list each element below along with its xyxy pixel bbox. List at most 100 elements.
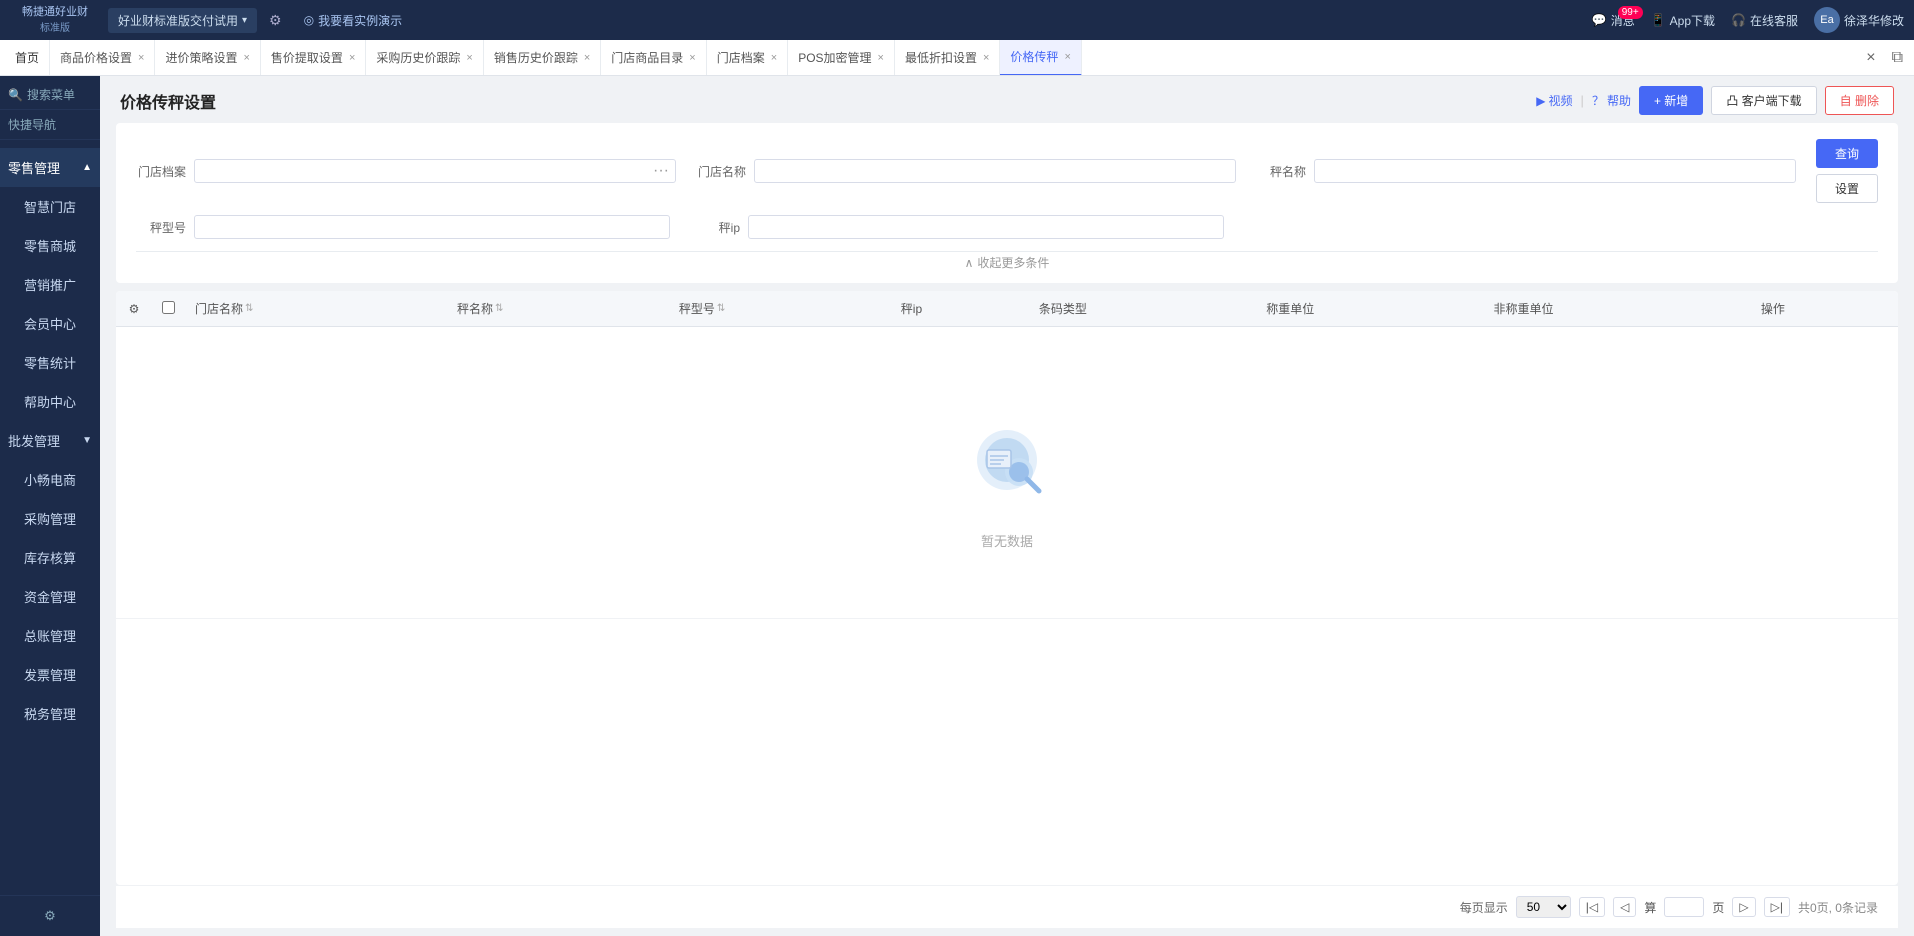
tab-close-icon[interactable]: × <box>771 52 777 64</box>
sidebar-item-smart-store[interactable]: 智慧门店 <box>0 187 100 226</box>
table-body: 暂无数据 <box>116 327 1898 619</box>
sidebar-gear[interactable]: ⚙ <box>0 895 100 936</box>
user-menu[interactable]: Ea 徐泽华修改 <box>1814 7 1904 33</box>
tab-close-icon[interactable]: × <box>983 52 989 64</box>
sidebar-item-ledger[interactable]: 总账管理 <box>0 616 100 655</box>
sidebar-search[interactable]: 🔍 搜索菜单 <box>0 76 100 110</box>
download-client-button[interactable]: 凸 客户端下载 <box>1711 86 1816 115</box>
table-settings-icon[interactable]: ⚙ <box>129 302 140 316</box>
table-area: ⚙ 门店名称 ⇅ <box>116 291 1898 885</box>
settings-icon[interactable]: ⚙ <box>265 8 286 33</box>
delete-button[interactable]: 自 删除 <box>1825 86 1894 115</box>
sort-icon: ⇅ <box>717 303 725 314</box>
tab-close-icon[interactable]: × <box>689 52 695 64</box>
tab-min-discount[interactable]: 最低折扣设置 × <box>895 40 1000 76</box>
sidebar: 🔍 搜索菜单 快捷导航 零售管理 ▲ 智慧门店 零售商城 营销推广 <box>0 76 100 936</box>
sidebar-item-label: 税务管理 <box>24 704 76 723</box>
sidebar-item-ecommerce[interactable]: 小畅电商 <box>0 460 100 499</box>
tab-price-scale[interactable]: 价格传秤 × <box>1000 40 1081 76</box>
more-options-icon[interactable]: ··· <box>647 160 675 182</box>
content-area: 价格传秤设置 ▶ 视频 | ？ 帮助 + 新增 凸 客户端下载 自 删除 <box>100 76 1914 936</box>
tab-close-icon[interactable]: × <box>1064 51 1070 63</box>
demo-link[interactable]: ◎ 我要看实例演示 <box>304 12 403 29</box>
tab-store-catalog-label: 门店商品目录 <box>611 49 683 66</box>
prev-page-btn[interactable]: ◁ <box>1613 897 1636 917</box>
tab-pos-mgmt-label: POS加密管理 <box>798 49 871 66</box>
sidebar-item-retail-stats[interactable]: 零售统计 <box>0 343 100 382</box>
tab-purchase-history[interactable]: 采购历史价跟踪 × <box>366 40 483 76</box>
tab-close-icon[interactable]: × <box>466 52 472 64</box>
tab-purchase-strategy-label: 进价策略设置 <box>165 49 237 66</box>
collapse-icon: ∧ <box>965 256 974 270</box>
sidebar-item-inventory[interactable]: 库存核算 <box>0 538 100 577</box>
scale-name-input[interactable] <box>1314 159 1796 183</box>
store-name-input[interactable] <box>754 159 1236 183</box>
video-link[interactable]: ▶ 视频 <box>1536 92 1572 109</box>
th-barcode-type-label: 条码类型 <box>1039 302 1087 316</box>
tab-bar: 首页 商品价格设置 × 进价策略设置 × 售价提取设置 × 采购历史价跟踪 × … <box>0 40 1914 76</box>
sidebar-section: 零售管理 ▲ 智慧门店 零售商城 营销推广 会员中心 零售统计 <box>0 140 100 741</box>
tab-close-icon[interactable]: × <box>243 52 249 64</box>
store-archive-input[interactable] <box>195 160 647 182</box>
sidebar-item-finance[interactable]: 资金管理 <box>0 577 100 616</box>
app-download-label: App下载 <box>1670 12 1715 29</box>
tab-close-icon[interactable]: × <box>878 52 884 64</box>
set-button[interactable]: 设置 <box>1816 174 1878 203</box>
sidebar-item-invoice[interactable]: 发票管理 <box>0 655 100 694</box>
empty-state-row: 暂无数据 <box>116 327 1898 619</box>
sidebar-nav-label: 快捷导航 <box>8 118 56 132</box>
filter-store-name: 门店名称 <box>696 159 1236 183</box>
version-selector[interactable]: 好业财标准版交付试用 ▾ <box>108 8 257 33</box>
tab-price-settings[interactable]: 商品价格设置 × <box>50 40 155 76</box>
message-icon: 💬 <box>1592 13 1607 27</box>
sidebar-item-member-center[interactable]: 会员中心 <box>0 304 100 343</box>
sidebar-item-retail-mall[interactable]: 零售商城 <box>0 226 100 265</box>
sidebar-item-help-center[interactable]: 帮助中心 <box>0 382 100 421</box>
sidebar-item-retail-mgmt[interactable]: 零售管理 ▲ <box>0 148 100 187</box>
per-page-select[interactable]: 50 100 200 <box>1516 896 1571 918</box>
empty-state: 暂无数据 <box>126 335 1888 610</box>
sort-icon: ⇅ <box>495 303 503 314</box>
sidebar-item-label: 零售商城 <box>24 236 76 255</box>
filter-scale-name: 秤名称 <box>1256 159 1796 183</box>
collapse-filters-btn[interactable]: ∧ 收起更多条件 <box>136 251 1878 273</box>
tab-store-archive[interactable]: 门店档案 × <box>707 40 788 76</box>
sidebar-item-marketing[interactable]: 营销推广 <box>0 265 100 304</box>
select-all-checkbox[interactable] <box>162 301 175 314</box>
th-checkbox <box>152 291 185 327</box>
sidebar-item-wholesale-mgmt[interactable]: 批发管理 ▼ <box>0 421 100 460</box>
scale-ip-input[interactable] <box>748 215 1224 239</box>
per-page-label: 每页显示 <box>1460 899 1508 916</box>
top-bar: 畅捷通好业财 标准版 好业财标准版交付试用 ▾ ⚙ ◎ 我要看实例演示 💬 消息… <box>0 0 1914 40</box>
page-number-input[interactable]: 1 <box>1664 897 1704 917</box>
sidebar-item-purchase-mgmt[interactable]: 采购管理 <box>0 499 100 538</box>
tab-sales-history[interactable]: 销售历史价跟踪 × <box>484 40 601 76</box>
last-page-btn[interactable]: ▷| <box>1764 897 1790 917</box>
sidebar-nav[interactable]: 快捷导航 <box>0 110 100 140</box>
maximize-tab-btn[interactable]: ⧉ <box>1886 47 1909 69</box>
help-link[interactable]: ？ 帮助 <box>1592 92 1631 109</box>
user-name: 徐泽华修改 <box>1844 12 1904 29</box>
first-page-btn[interactable]: |◁ <box>1579 897 1605 917</box>
next-page-btn[interactable]: ▷ <box>1732 897 1755 917</box>
tab-sale-extract[interactable]: 售价提取设置 × <box>261 40 366 76</box>
tab-close-icon[interactable]: × <box>349 52 355 64</box>
app-download-btn[interactable]: 📱 App下载 <box>1651 12 1715 29</box>
help-icon: ？ <box>1592 92 1604 109</box>
scale-model-input[interactable] <box>194 215 670 239</box>
tab-store-catalog[interactable]: 门店商品目录 × <box>601 40 706 76</box>
online-service-btn[interactable]: 🎧 在线客服 <box>1731 12 1798 29</box>
query-button[interactable]: 查询 <box>1816 139 1878 168</box>
tab-home[interactable]: 首页 <box>5 40 50 76</box>
th-non-weight-unit: 非称重单位 <box>1483 291 1750 327</box>
add-button[interactable]: + 新增 <box>1639 86 1703 115</box>
th-scale-ip-label: 秤ip <box>901 302 922 316</box>
tab-purchase-strategy[interactable]: 进价策略设置 × <box>155 40 260 76</box>
tab-close-icon[interactable]: × <box>138 52 144 64</box>
sidebar-item-tax[interactable]: 税务管理 <box>0 694 100 733</box>
th-operation: 操作 <box>1751 291 1898 327</box>
tab-pos-mgmt[interactable]: POS加密管理 × <box>788 40 895 76</box>
messages-btn[interactable]: 💬 消息 99+ <box>1592 12 1635 29</box>
tab-close-icon[interactable]: × <box>584 52 590 64</box>
close-tab-btn[interactable]: × <box>1860 47 1881 69</box>
